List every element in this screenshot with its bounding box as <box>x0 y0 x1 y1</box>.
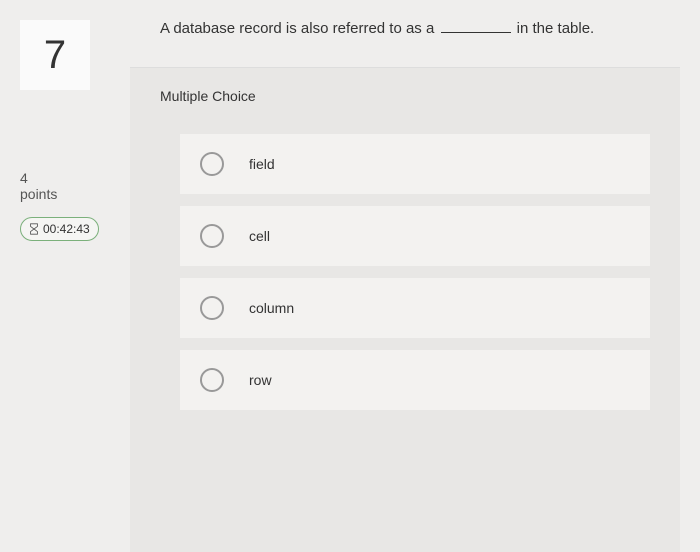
question-number: 7 <box>44 33 66 78</box>
options-list: field cell column row <box>160 134 650 410</box>
option-label: column <box>249 300 294 316</box>
question-number-box: 7 <box>20 20 90 90</box>
hourglass-icon <box>29 223 39 235</box>
blank-line <box>441 32 511 33</box>
option-label: cell <box>249 228 270 244</box>
points-section: 4 points <box>20 170 57 202</box>
question-text-after: in the table. <box>513 20 595 37</box>
timer-value: 00:42:43 <box>43 222 90 236</box>
question-text-before: A database record is also referred to as… <box>160 20 439 37</box>
radio-icon <box>200 152 224 176</box>
answer-type-label: Multiple Choice <box>160 88 650 104</box>
radio-icon <box>200 368 224 392</box>
points-label: points <box>20 186 57 202</box>
answer-panel: Multiple Choice field cell column row <box>130 67 680 552</box>
option-label: row <box>249 372 272 388</box>
radio-icon <box>200 224 224 248</box>
main-content: A database record is also referred to as… <box>110 0 700 552</box>
points-value: 4 <box>20 170 57 186</box>
radio-icon <box>200 296 224 320</box>
option-row[interactable]: cell <box>180 206 650 266</box>
option-row[interactable]: row <box>180 350 650 410</box>
option-row[interactable]: field <box>180 134 650 194</box>
timer-badge: 00:42:43 <box>20 217 99 241</box>
sidebar: 7 4 points 00:42:43 <box>0 0 110 552</box>
question-text: A database record is also referred to as… <box>130 20 680 37</box>
option-row[interactable]: column <box>180 278 650 338</box>
option-label: field <box>249 156 275 172</box>
